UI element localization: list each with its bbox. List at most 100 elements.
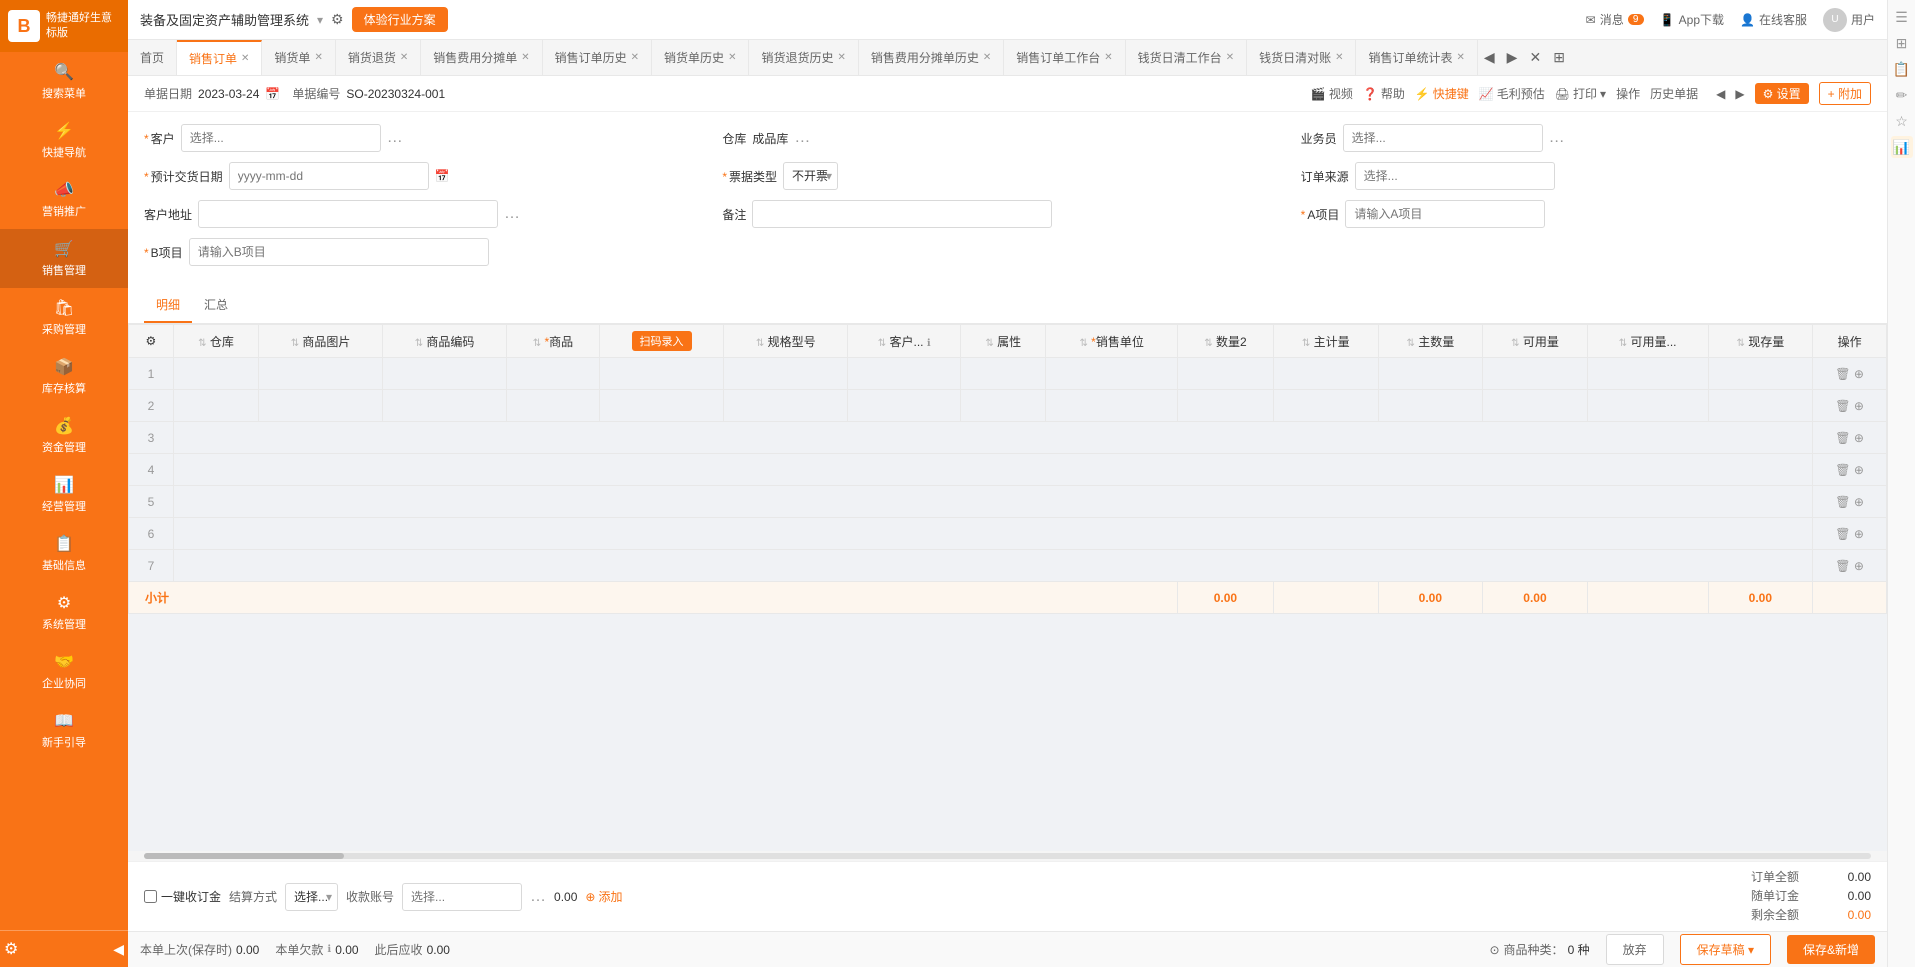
row-1-available[interactable]: [1483, 358, 1588, 390]
row-2-spec[interactable]: [724, 390, 848, 422]
delivery-input[interactable]: [229, 162, 429, 190]
tab-next-button[interactable]: ▶: [1501, 40, 1524, 76]
industry-button[interactable]: 体验行业方案: [352, 7, 448, 32]
row-1-available2[interactable]: [1587, 358, 1708, 390]
th-attr[interactable]: ⇅ 属性: [961, 325, 1046, 358]
tab-expand-button[interactable]: ⊞: [1547, 40, 1571, 76]
row-1-product[interactable]: [507, 358, 600, 390]
right-panel-icon-3[interactable]: 📋: [1891, 58, 1913, 80]
settings-icon[interactable]: ⚙: [331, 11, 344, 28]
help-button[interactable]: ❓ 帮助: [1363, 85, 1405, 102]
save-draft-button[interactable]: 保存草稿 ▾: [1680, 934, 1771, 965]
staff-input[interactable]: [1343, 124, 1543, 152]
sidebar-item-inventory[interactable]: 📦 库存核算: [0, 347, 128, 406]
app-download-button[interactable]: 📱 App下载: [1660, 11, 1724, 28]
tab-home[interactable]: 首页: [128, 40, 177, 76]
tab-sales-bill[interactable]: 销货单 ✕: [262, 40, 335, 76]
row-1-qty2[interactable]: [1177, 358, 1273, 390]
tab-sales-return[interactable]: 销货退货 ✕: [336, 40, 421, 76]
row-4-copy-icon[interactable]: ⊕: [1854, 463, 1864, 477]
row-2-main-unit[interactable]: [1273, 390, 1378, 422]
th-available2[interactable]: ⇅ 可用量...: [1587, 325, 1708, 358]
row-2-delete-icon[interactable]: 🗑: [1835, 399, 1850, 413]
tab-statistics-close[interactable]: ✕: [1457, 52, 1465, 63]
b-project-input[interactable]: [189, 238, 489, 266]
row-1-delete-icon[interactable]: 🗑: [1835, 367, 1850, 381]
shortcut-button[interactable]: ⚡ 快捷键: [1415, 85, 1469, 102]
row-3-copy-icon[interactable]: ⊕: [1854, 431, 1864, 445]
online-service-button[interactable]: 👤 在线客服: [1740, 11, 1807, 28]
order-source-input[interactable]: [1355, 162, 1555, 190]
right-panel-icon-1[interactable]: ☰: [1891, 6, 1913, 28]
warehouse-more-icon[interactable]: …: [794, 129, 810, 147]
th-customer-code[interactable]: ⇅ 客户... ℹ: [848, 325, 961, 358]
scrollbar-thumb[interactable]: [144, 853, 344, 859]
row-2-product[interactable]: [507, 390, 600, 422]
tab-sales-bill-history-close[interactable]: ✕: [728, 52, 736, 63]
row-1-stock[interactable]: [1708, 358, 1813, 390]
tab-expense-history[interactable]: 销售费用分摊单历史 ✕: [859, 40, 1004, 76]
sidebar-item-purchase[interactable]: 🛍 采购管理: [0, 288, 128, 347]
row-1-attr[interactable]: [961, 358, 1046, 390]
address-more-icon[interactable]: …: [504, 205, 520, 223]
th-qty2[interactable]: ⇅ 数量2: [1177, 325, 1273, 358]
th-available[interactable]: ⇅ 可用量: [1483, 325, 1588, 358]
row-1-customer-code[interactable]: [848, 358, 961, 390]
deposit-checkbox-label[interactable]: 一键收订金: [144, 888, 221, 905]
tab-sales-expense-close[interactable]: ✕: [521, 52, 529, 63]
settlement-select[interactable]: 选择...: [285, 883, 338, 911]
row-2-unit[interactable]: [1046, 390, 1178, 422]
video-button[interactable]: 🎬 视频: [1311, 85, 1353, 102]
staff-more-icon[interactable]: …: [1549, 129, 1565, 147]
sidebar-item-operations[interactable]: 📊 经营管理: [0, 465, 128, 524]
scan-button[interactable]: 扫码录入: [632, 331, 692, 351]
th-scan[interactable]: 扫码录入: [599, 325, 723, 358]
save-new-button[interactable]: 保存&新增: [1787, 935, 1875, 964]
print-button[interactable]: 🖨 打印 ▾: [1555, 85, 1606, 102]
right-panel-icon-6[interactable]: 📊: [1891, 136, 1913, 158]
settings-bottom-icon[interactable]: ⚙: [4, 939, 18, 959]
row-1-unit[interactable]: [1046, 358, 1178, 390]
current-info-icon[interactable]: ℹ: [327, 944, 331, 955]
th-settings[interactable]: ⚙: [129, 325, 174, 358]
customer-code-info-icon[interactable]: ℹ: [927, 338, 931, 349]
th-stock[interactable]: ⇅ 现存量: [1708, 325, 1813, 358]
invoice-select[interactable]: 不开票: [783, 162, 838, 190]
tab-return-history[interactable]: 销货退货历史 ✕: [749, 40, 858, 76]
nav-next-icon[interactable]: ▶: [1735, 87, 1744, 101]
tab-sales-history-close[interactable]: ✕: [631, 52, 639, 63]
tab-return-history-close[interactable]: ✕: [837, 52, 845, 63]
message-button[interactable]: ✉ 消息 9: [1586, 11, 1644, 28]
row-7-copy-icon[interactable]: ⊕: [1854, 559, 1864, 573]
nav-prev-icon[interactable]: ◀: [1716, 87, 1725, 101]
settings-panel-button[interactable]: ⚙ 设置: [1755, 83, 1809, 104]
remark-input[interactable]: [752, 200, 1052, 228]
sub-tab-detail[interactable]: 明细: [144, 288, 192, 323]
discard-button[interactable]: 放弃: [1606, 934, 1664, 965]
account-more-icon[interactable]: …: [530, 888, 546, 906]
row-2-customer-code[interactable]: [848, 390, 961, 422]
row-2-copy-icon[interactable]: ⊕: [1854, 399, 1864, 413]
right-panel-icon-2[interactable]: ⊞: [1891, 32, 1913, 54]
right-panel-icon-4[interactable]: ✏: [1891, 84, 1913, 106]
tab-reconcile[interactable]: 钱货日清对账 ✕: [1247, 40, 1356, 76]
th-code[interactable]: ⇅ 商品编码: [383, 325, 507, 358]
row-2-qty2[interactable]: [1177, 390, 1273, 422]
tab-sales-bill-close[interactable]: ✕: [314, 52, 322, 63]
address-input[interactable]: [198, 200, 498, 228]
sub-tab-summary[interactable]: 汇总: [192, 288, 240, 323]
account-input[interactable]: [402, 883, 522, 911]
row-2-main-qty[interactable]: [1378, 390, 1483, 422]
user-menu[interactable]: U 用户: [1823, 8, 1875, 32]
profit-button[interactable]: 📈 毛利预估: [1479, 85, 1545, 102]
sidebar-item-cooperation[interactable]: 🤝 企业协同: [0, 642, 128, 701]
tab-expense-history-close[interactable]: ✕: [983, 52, 991, 63]
sidebar-logo[interactable]: B 畅捷通好生意 标版: [0, 0, 128, 52]
sidebar-collapse-button[interactable]: ◀: [113, 941, 124, 958]
tab-reconcile-close[interactable]: ✕: [1335, 52, 1343, 63]
sidebar-item-marketing[interactable]: 📣 营销推广: [0, 170, 128, 229]
customer-input[interactable]: [181, 124, 381, 152]
row-2-available2[interactable]: [1587, 390, 1708, 422]
row-2-image[interactable]: [259, 390, 383, 422]
row-1-code[interactable]: [383, 358, 507, 390]
